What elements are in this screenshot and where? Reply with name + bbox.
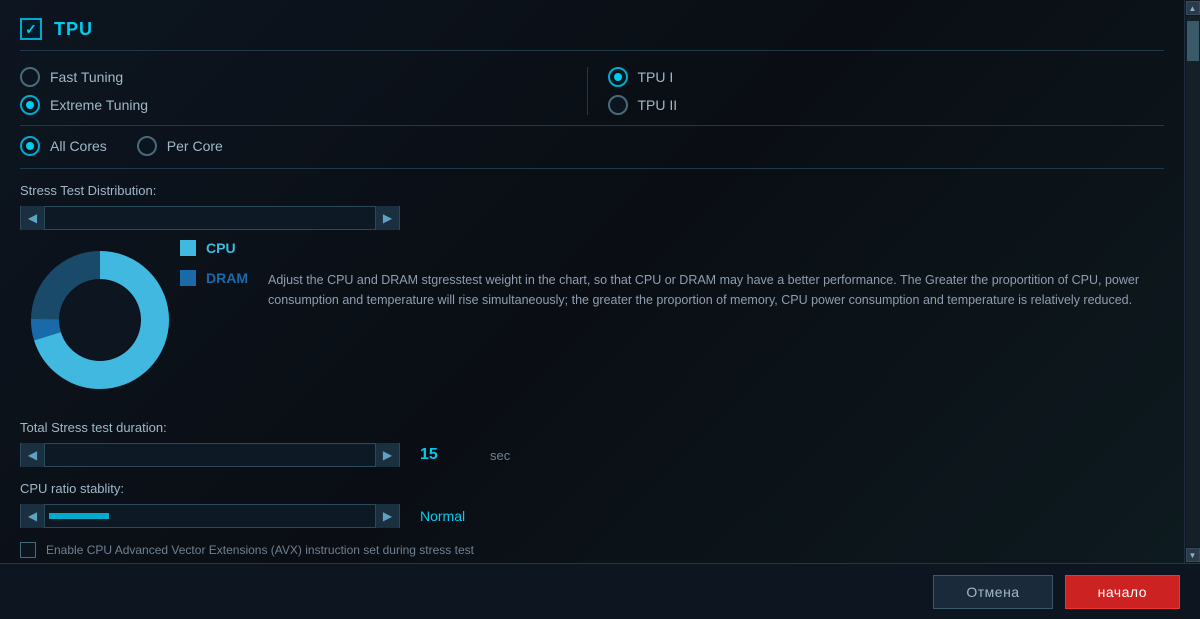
fast-tuning-label: Fast Tuning <box>50 69 123 85</box>
stress-description: Adjust the CPU and DRAM stgresstest weig… <box>248 240 1164 310</box>
tpu-checkbox[interactable] <box>20 18 42 40</box>
tpu2-label: TPU II <box>638 97 678 113</box>
tpu1-radio[interactable] <box>608 67 628 87</box>
cpu-ratio-value: Normal <box>420 508 465 524</box>
tpu-header: TPU <box>20 10 1164 51</box>
avx-enable-row: Enable CPU Advanced Vector Extensions (A… <box>20 542 1164 558</box>
bottom-bar: Отмена начало <box>0 563 1200 619</box>
per-core-radio[interactable] <box>137 136 157 156</box>
tpu1-label: TPU I <box>638 69 674 85</box>
scrollbar-track[interactable] <box>1186 16 1200 547</box>
fast-tuning-option[interactable]: Fast Tuning <box>20 67 577 87</box>
main-container: TPU Fast Tuning Extreme Tuning TPU I <box>0 0 1200 563</box>
content-area: TPU Fast Tuning Extreme Tuning TPU I <box>0 0 1184 563</box>
cpu-ratio-fill <box>45 505 375 527</box>
duration-slider-fill <box>45 444 375 466</box>
donut-chart-area <box>20 240 180 400</box>
divider-1 <box>20 125 1164 126</box>
tpu2-radio[interactable] <box>608 95 628 115</box>
cpu-ratio-section: CPU ratio stablity: ◀ ▶ Normal <box>20 481 1164 528</box>
tuning-left-col: Fast Tuning Extreme Tuning <box>20 67 587 115</box>
stress-slider-container: ◀ ▶ <box>20 206 1164 230</box>
scroll-down-arrow[interactable]: ▼ <box>1186 548 1200 562</box>
stress-slider-fill <box>45 207 375 229</box>
per-core-option[interactable]: Per Core <box>137 136 223 156</box>
tuning-right-col: TPU I TPU II <box>587 67 1165 115</box>
tpu2-option[interactable]: TPU II <box>608 95 1165 115</box>
stress-slider-left-arrow[interactable]: ◀ <box>21 206 45 230</box>
dram-legend-square <box>180 270 196 286</box>
per-core-label: Per Core <box>167 138 223 154</box>
extreme-tuning-label: Extreme Tuning <box>50 97 148 113</box>
duration-slider-right-arrow[interactable]: ▶ <box>375 443 399 467</box>
cpu-legend-item: CPU <box>180 240 248 256</box>
cpu-ratio-right-arrow[interactable]: ▶ <box>375 504 399 528</box>
extreme-tuning-option[interactable]: Extreme Tuning <box>20 95 577 115</box>
duration-slider-track: ◀ ▶ <box>20 443 400 467</box>
duration-unit: sec <box>490 448 510 463</box>
cpu-ratio-progress <box>49 513 109 519</box>
cpu-ratio-control-row: ◀ ▶ Normal <box>20 504 1164 528</box>
scrollbar-panel: ▲ ▼ <box>1184 0 1200 563</box>
duration-label: Total Stress test duration: <box>20 420 1164 435</box>
duration-slider-left-arrow[interactable]: ◀ <box>21 443 45 467</box>
tpu1-option[interactable]: TPU I <box>608 67 1165 87</box>
scrollbar-thumb[interactable] <box>1187 21 1199 61</box>
all-cores-label: All Cores <box>50 138 107 154</box>
stress-slider-track: ◀ ▶ <box>20 206 400 230</box>
cancel-button[interactable]: Отмена <box>933 575 1052 609</box>
duration-section: Total Stress test duration: ◀ ▶ 15 sec <box>20 420 1164 467</box>
scroll-up-arrow[interactable]: ▲ <box>1186 1 1200 15</box>
cores-row: All Cores Per Core <box>20 136 1164 169</box>
stress-slider-right-arrow[interactable]: ▶ <box>375 206 399 230</box>
stress-test-section: Stress Test Distribution: ◀ ▶ <box>20 183 1164 400</box>
dram-legend-item: DRAM <box>180 270 248 286</box>
dram-legend-label: DRAM <box>206 270 248 286</box>
start-button[interactable]: начало <box>1065 575 1180 609</box>
chart-info-row: CPU DRAM Adjust the CPU and DRAM stgress… <box>20 240 1164 400</box>
cpu-ratio-slider-track: ◀ ▶ <box>20 504 400 528</box>
cpu-ratio-label: CPU ratio stablity: <box>20 481 1164 496</box>
stress-description-text: Adjust the CPU and DRAM stgresstest weig… <box>268 273 1139 307</box>
stress-test-label: Stress Test Distribution: <box>20 183 1164 198</box>
duration-value: 15 <box>420 446 470 464</box>
cpu-legend-label: CPU <box>206 240 236 256</box>
cpu-legend-square <box>180 240 196 256</box>
legend-area: CPU DRAM <box>180 240 248 286</box>
section-title: TPU <box>54 19 93 40</box>
extreme-tuning-radio[interactable] <box>20 95 40 115</box>
donut-chart <box>25 245 175 395</box>
tuning-options-row: Fast Tuning Extreme Tuning TPU I TPU II <box>20 67 1164 115</box>
duration-control-row: ◀ ▶ 15 sec <box>20 443 1164 467</box>
avx-checkbox[interactable] <box>20 542 36 558</box>
avx-label: Enable CPU Advanced Vector Extensions (A… <box>46 543 474 557</box>
fast-tuning-radio[interactable] <box>20 67 40 87</box>
cpu-ratio-left-arrow[interactable]: ◀ <box>21 504 45 528</box>
all-cores-option[interactable]: All Cores <box>20 136 107 156</box>
all-cores-radio[interactable] <box>20 136 40 156</box>
